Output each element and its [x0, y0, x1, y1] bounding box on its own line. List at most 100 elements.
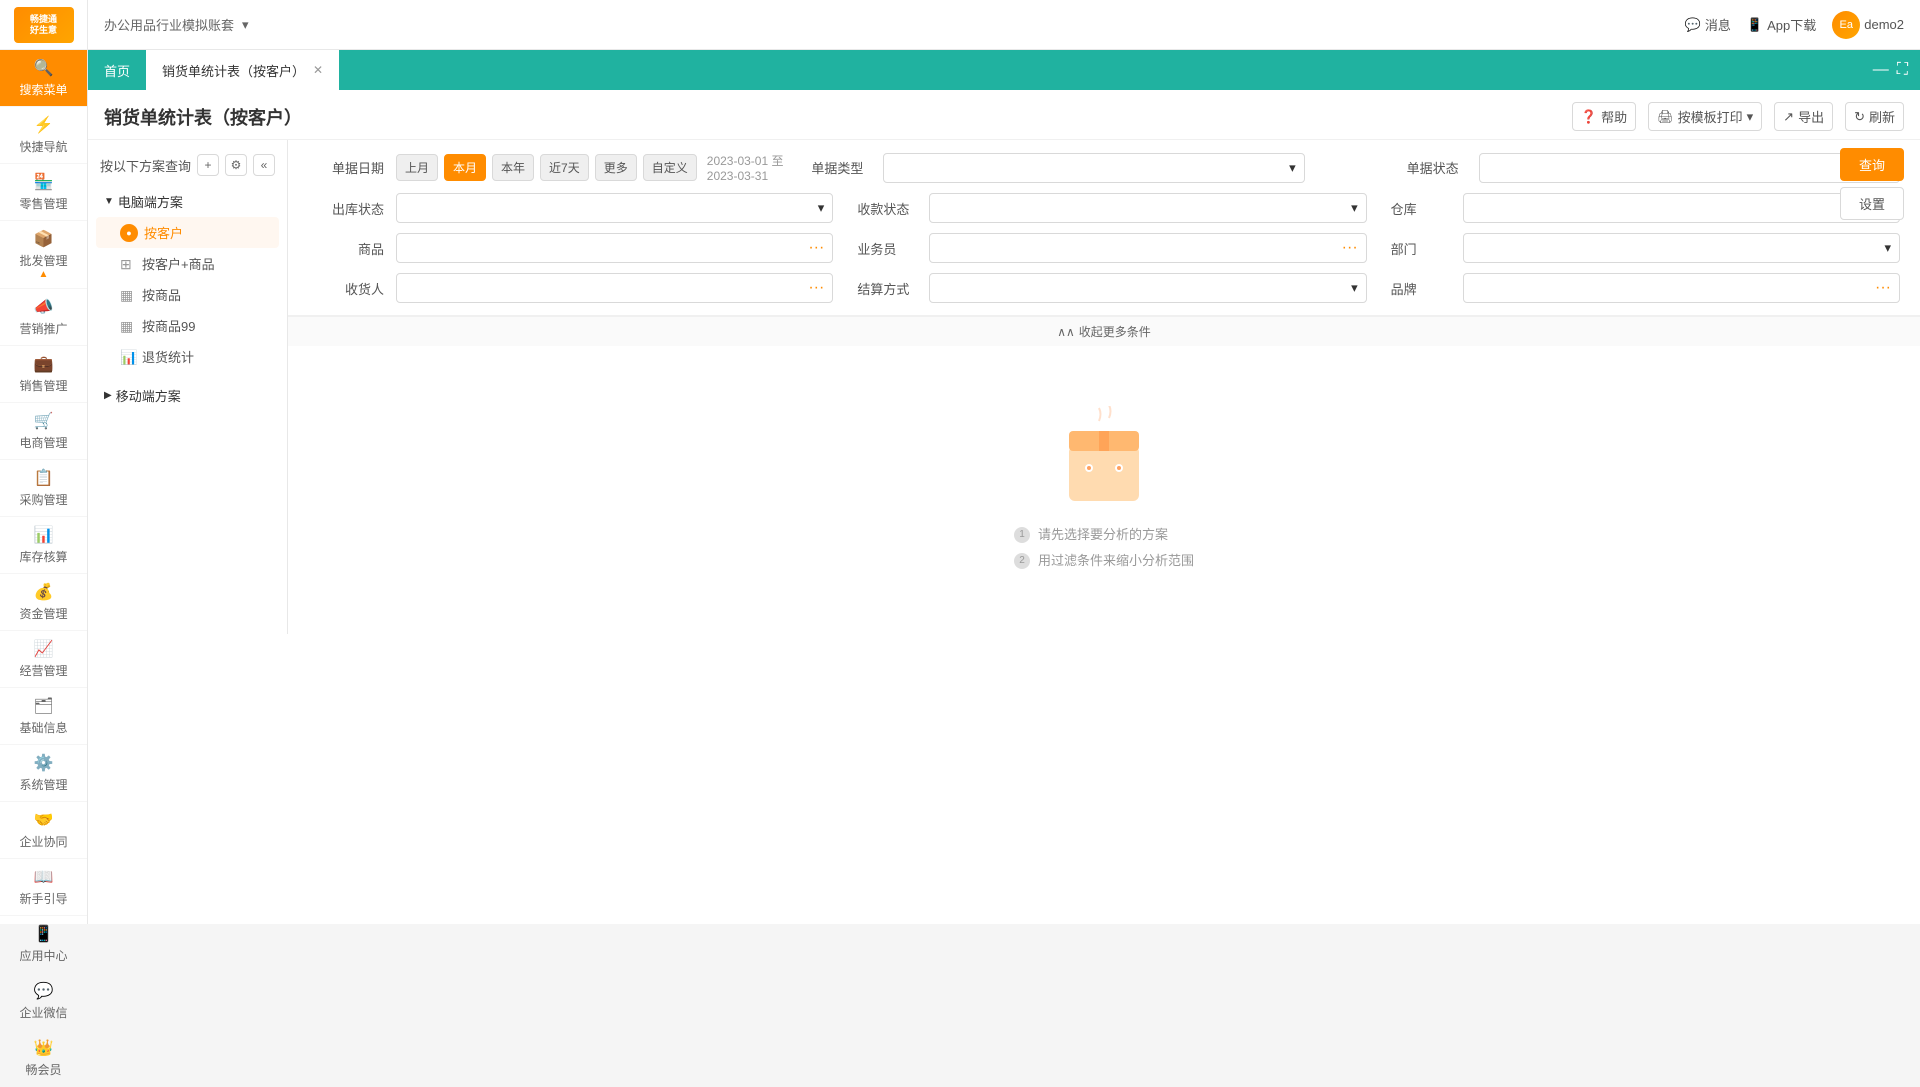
empty-tips: 1 请先选择要分析的方案 2 用过滤条件来缩小分析范围: [1014, 522, 1194, 574]
sidebar-item-wholesale[interactable]: 📦 批发管理 ▲: [0, 221, 87, 289]
message-btn[interactable]: 💬 消息: [1685, 15, 1731, 34]
by-product-icon: ▦: [120, 287, 136, 303]
scheme-item-by-product-99[interactable]: ▦ 按商品99: [96, 310, 279, 341]
refresh-btn[interactable]: ↻ 刷新: [1845, 102, 1904, 131]
sidebar-item-sales[interactable]: 💼 销售管理: [0, 346, 87, 403]
date-label: 单据日期: [304, 158, 384, 177]
add-scheme-btn[interactable]: +: [197, 154, 219, 176]
query-btn[interactable]: 查询: [1840, 148, 1904, 181]
sidebar-item-retail[interactable]: 🏪 零售管理: [0, 164, 87, 221]
tip-text-2: 用过滤条件来缩小分析范围: [1038, 548, 1194, 574]
sidebar-item-marketing-label: 营销推广: [19, 320, 67, 337]
sidebar-item-search[interactable]: 🔍 搜索菜单: [0, 50, 87, 107]
scheme-item-by-product[interactable]: ▦ 按商品: [96, 279, 279, 310]
sidebar-item-guide[interactable]: 📖 新手引导: [0, 859, 87, 916]
scheme-item-by-customer[interactable]: ● 按客户: [96, 217, 279, 248]
scheme-item-return-stats[interactable]: 📊 退货统计: [96, 341, 279, 372]
pc-scheme-group-header[interactable]: ▼ 电脑端方案: [96, 186, 279, 217]
settings-scheme-btn[interactable]: ⚙: [225, 154, 247, 176]
minimize-icon[interactable]: —: [1873, 61, 1889, 79]
sidebar-item-ecommerce[interactable]: 🛒 电商管理: [0, 403, 87, 460]
staff-select[interactable]: ···: [929, 233, 1366, 263]
chevron-down-icon: ▼: [104, 196, 114, 207]
sidebar-item-cooperation[interactable]: 🤝 企业协同: [0, 802, 87, 859]
sidebar-item-member-label: 畅会员: [25, 1061, 61, 1078]
receiver-select[interactable]: ···: [396, 273, 833, 303]
out-status-label: 出库状态: [304, 199, 384, 218]
doc-status-select[interactable]: ▾: [1479, 153, 1900, 183]
mobile-scheme-header[interactable]: ▶ 移动端方案: [96, 380, 279, 411]
payment-label: 结算方式: [857, 279, 917, 298]
export-btn[interactable]: ↗ 导出: [1774, 102, 1833, 131]
this-year-btn[interactable]: 本年: [492, 154, 534, 181]
help-btn[interactable]: ❓ 帮助: [1572, 102, 1636, 131]
pc-scheme-label: 电脑端方案: [118, 192, 183, 211]
sidebar-item-cooperation-label: 企业协同: [19, 833, 67, 850]
doc-type-select[interactable]: ▾: [883, 153, 1304, 183]
app-download-label: App下载: [1767, 15, 1816, 34]
custom-btn[interactable]: 自定义: [643, 154, 697, 181]
receipt-status-chevron: ▾: [1351, 200, 1358, 216]
chevron-right-icon: ▶: [104, 390, 112, 401]
scheme-item-by-customer-product[interactable]: ⊞ 按客户+商品: [96, 248, 279, 279]
warehouse-select[interactable]: ···: [1463, 193, 1900, 223]
out-status-chevron: ▾: [818, 200, 825, 216]
template-print-btn[interactable]: 🖨 按模板打印 ▾: [1648, 102, 1762, 131]
collapse-up-icon: ∧∧: [1057, 325, 1075, 339]
sidebar-item-wechat[interactable]: 💬 企业微信: [0, 973, 87, 1030]
maximize-icon[interactable]: ⛶: [1897, 61, 1908, 79]
this-month-btn[interactable]: 本月: [444, 154, 486, 181]
sidebar-item-member[interactable]: 👑 畅会员: [0, 1030, 87, 1087]
wholesale-icon: 📦: [34, 229, 54, 249]
sidebar-item-guide-label: 新手引导: [19, 890, 67, 907]
by-product-99-label: 按商品99: [142, 316, 195, 335]
last-month-btn[interactable]: 上月: [396, 154, 438, 181]
department-chevron: ▾: [1884, 240, 1891, 256]
collapse-panel-btn[interactable]: «: [253, 154, 275, 176]
sidebar-item-finance[interactable]: 💰 资金管理: [0, 574, 87, 631]
filter-row-product: 商品 ··· 业务员 ··· 部门: [304, 233, 1904, 263]
sidebar-item-system[interactable]: ⚙️ 系统管理: [0, 745, 87, 802]
tab-close-icon[interactable]: ✕: [313, 63, 323, 77]
receipt-status-select[interactable]: ▾: [929, 193, 1366, 223]
sidebar-item-wechat-label: 企业微信: [19, 1004, 67, 1021]
return-stats-label: 退货统计: [142, 347, 194, 366]
collapse-bar[interactable]: ∧∧ 收起更多条件: [288, 316, 1920, 346]
product-label: 商品: [304, 239, 384, 258]
sidebar-item-finance-label: 资金管理: [19, 605, 67, 622]
app-download-btn[interactable]: 📱 App下载: [1747, 15, 1816, 34]
last-7-days-btn[interactable]: 近7天: [540, 154, 589, 181]
user-profile[interactable]: Ea demo2: [1832, 11, 1904, 39]
tab-sales-stats[interactable]: 销货单统计表（按客户） ✕: [146, 50, 339, 90]
sidebar-item-operation[interactable]: 📈 经营管理: [0, 631, 87, 688]
more-btn[interactable]: 更多: [595, 154, 637, 181]
payment-select[interactable]: ▾: [929, 273, 1366, 303]
sidebar-item-purchase[interactable]: 📋 采购管理: [0, 460, 87, 517]
sidebar-item-app-center[interactable]: 📱 应用中心: [0, 916, 87, 973]
department-select[interactable]: ▾: [1463, 233, 1900, 263]
sidebar-item-basic[interactable]: 🗂 基础信息: [0, 688, 87, 745]
sidebar-item-operation-label: 经营管理: [19, 662, 67, 679]
sidebar-item-quick-nav[interactable]: ⚡ 快捷导航: [0, 107, 87, 164]
query-buttons: 查询 设置: [1840, 148, 1904, 220]
payment-chevron: ▾: [1351, 280, 1358, 296]
brand-select[interactable]: ···: [1463, 273, 1900, 303]
operation-icon: 📈: [34, 639, 54, 659]
department-label: 部门: [1391, 239, 1451, 258]
panel-header-actions: + ⚙ «: [197, 154, 275, 176]
doc-type-label: 单据类型: [811, 158, 871, 177]
tab-home[interactable]: 首页: [88, 50, 146, 90]
cooperation-icon: 🤝: [34, 810, 54, 830]
receiver-dots: ···: [808, 279, 824, 297]
out-status-select[interactable]: ▾: [396, 193, 833, 223]
print-dropdown-icon: ▾: [1747, 109, 1754, 125]
sidebar-item-inventory[interactable]: 📊 库存核算: [0, 517, 87, 574]
settings-btn[interactable]: 设置: [1840, 187, 1904, 220]
product-select[interactable]: ···: [396, 233, 833, 263]
sidebar-item-retail-label: 零售管理: [19, 195, 67, 212]
panel-header: 按以下方案查询 + ⚙ «: [88, 148, 287, 182]
right-panel-inner: 查询 设置 单据日期 上月 本月: [288, 140, 1920, 634]
app-download-icon: 📱: [1747, 17, 1763, 33]
sidebar-item-marketing[interactable]: 📣 营销推广: [0, 289, 87, 346]
dropdown-arrow[interactable]: ▾: [242, 17, 249, 33]
